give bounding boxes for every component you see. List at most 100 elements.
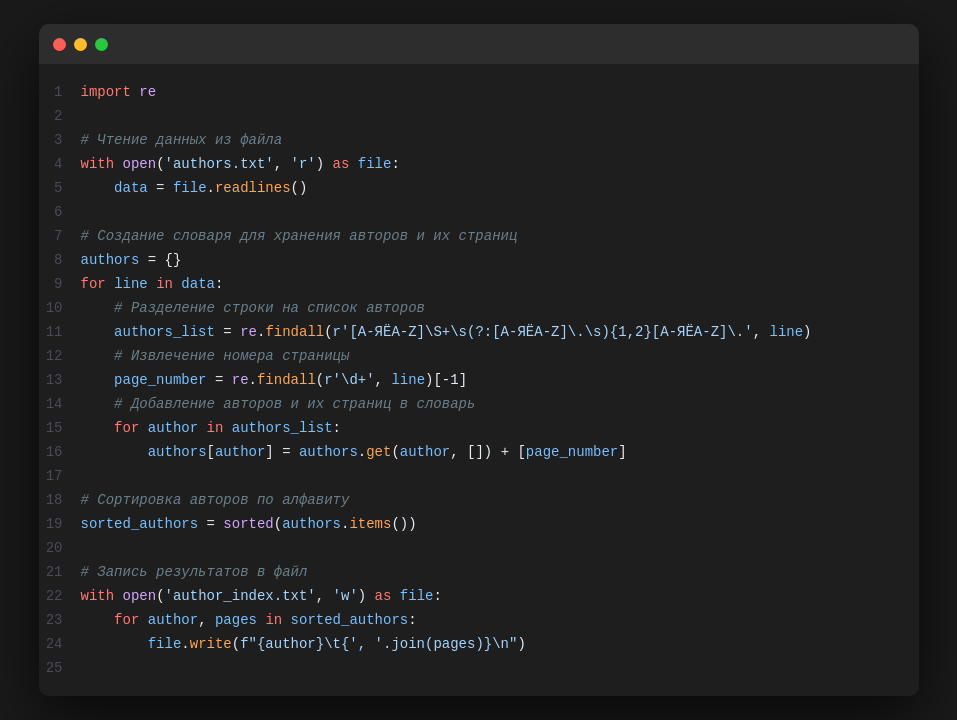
line-number: 14: [39, 396, 81, 412]
token-plain: (: [156, 153, 164, 175]
token-plain: :: [408, 609, 416, 631]
token-cm: # Запись результатов в файл: [81, 561, 308, 583]
token-kw: in: [207, 417, 224, 439]
token-var: page_number: [114, 369, 206, 391]
token-plain: (: [316, 369, 324, 391]
token-plain: ()): [391, 513, 416, 535]
token-method: write: [190, 633, 232, 655]
token-plain: ): [803, 321, 811, 343]
line-number: 9: [39, 276, 81, 292]
token-kw: for: [114, 609, 139, 631]
token-plain: ,: [753, 321, 770, 343]
token-method: get: [366, 441, 391, 463]
token-kw: import: [81, 81, 131, 103]
token-plain: [148, 273, 156, 295]
token-plain: )[-1]: [425, 369, 467, 391]
token-plain: [349, 153, 357, 175]
token-cm: # Создание словаря для хранения авторов …: [81, 225, 518, 247]
token-var: authors_list: [232, 417, 333, 439]
token-plain: [173, 273, 181, 295]
token-str: 'authors.txt': [165, 153, 274, 175]
code-line: 8authors = {}: [39, 248, 919, 272]
line-number: 3: [39, 132, 81, 148]
token-plain: [81, 609, 115, 631]
line-number: 10: [39, 300, 81, 316]
token-plain: =: [139, 249, 164, 271]
token-plain: [81, 177, 115, 199]
close-button[interactable]: [53, 38, 66, 51]
code-line: 22with open('author_index.txt', 'w') as …: [39, 584, 919, 608]
token-plain: (: [391, 441, 399, 463]
token-cm: # Добавление авторов и их страниц в слов…: [114, 393, 475, 415]
line-number: 20: [39, 540, 81, 556]
code-area: 1import re2 3# Чтение данных из файла4wi…: [39, 64, 919, 696]
token-kw: in: [156, 273, 173, 295]
token-kw: with: [81, 585, 115, 607]
token-plain: [223, 417, 231, 439]
token-kw: for: [81, 273, 106, 295]
token-var: data: [181, 273, 215, 295]
token-kw: with: [81, 153, 115, 175]
token-brk: {}: [165, 249, 182, 271]
code-window: 1import re2 3# Чтение данных из файла4wi…: [39, 24, 919, 696]
token-plain: [139, 609, 147, 631]
token-cm: # Разделение строки на список авторов: [114, 297, 425, 319]
token-plain: , []) + [: [450, 441, 526, 463]
token-var: sorted_authors: [291, 609, 409, 631]
code-line: 24 file.write(f"{author}\t{', '.join(pag…: [39, 632, 919, 656]
token-var: line: [391, 369, 425, 391]
line-number: 11: [39, 324, 81, 340]
line-number: 6: [39, 204, 81, 220]
token-var: author: [148, 417, 198, 439]
token-plain: :: [433, 585, 441, 607]
token-plain: (: [274, 513, 282, 535]
line-number: 18: [39, 492, 81, 508]
token-str: 'w': [333, 585, 358, 607]
token-plain: [81, 393, 115, 415]
token-regex: r'\d+': [324, 369, 374, 391]
token-var: authors: [282, 513, 341, 535]
line-number: 13: [39, 372, 81, 388]
token-plain: ): [316, 153, 333, 175]
token-var: author: [400, 441, 450, 463]
token-plain: ] =: [265, 441, 299, 463]
token-fn: open: [123, 585, 157, 607]
line-number: 23: [39, 612, 81, 628]
token-kw: in: [265, 609, 282, 631]
token-fn: open: [123, 153, 157, 175]
token-var: author: [148, 609, 198, 631]
code-line: 1import re: [39, 80, 919, 104]
code-line: 10 # Разделение строки на список авторов: [39, 296, 919, 320]
titlebar: [39, 24, 919, 64]
token-var: file: [358, 153, 392, 175]
token-method: items: [349, 513, 391, 535]
token-plain: =: [148, 177, 173, 199]
code-line: 17: [39, 464, 919, 488]
line-number: 2: [39, 108, 81, 124]
code-line: 16 authors[author] = authors.get(author,…: [39, 440, 919, 464]
minimize-button[interactable]: [74, 38, 87, 51]
token-cm: # Извлечение номера страницы: [114, 345, 349, 367]
token-plain: =: [198, 513, 223, 535]
token-plain: [114, 585, 122, 607]
token-plain: (: [232, 633, 240, 655]
token-plain: .: [249, 369, 257, 391]
token-plain: .: [257, 321, 265, 343]
token-re-mod: re: [139, 81, 156, 103]
code-line: 20: [39, 536, 919, 560]
token-cm: # Сортировка авторов по алфавиту: [81, 489, 350, 511]
line-number: 7: [39, 228, 81, 244]
token-plain: [257, 609, 265, 631]
code-line: 21# Запись результатов в файл: [39, 560, 919, 584]
token-var: authors: [81, 249, 140, 271]
token-plain: .: [207, 177, 215, 199]
maximize-button[interactable]: [95, 38, 108, 51]
code-line: 13 page_number = re.findall(r'\d+', line…: [39, 368, 919, 392]
token-plain: ]: [618, 441, 626, 463]
token-kw: as: [375, 585, 392, 607]
token-plain: [106, 273, 114, 295]
code-line: 2: [39, 104, 919, 128]
line-number: 16: [39, 444, 81, 460]
token-plain: [81, 417, 115, 439]
token-var: data: [114, 177, 148, 199]
